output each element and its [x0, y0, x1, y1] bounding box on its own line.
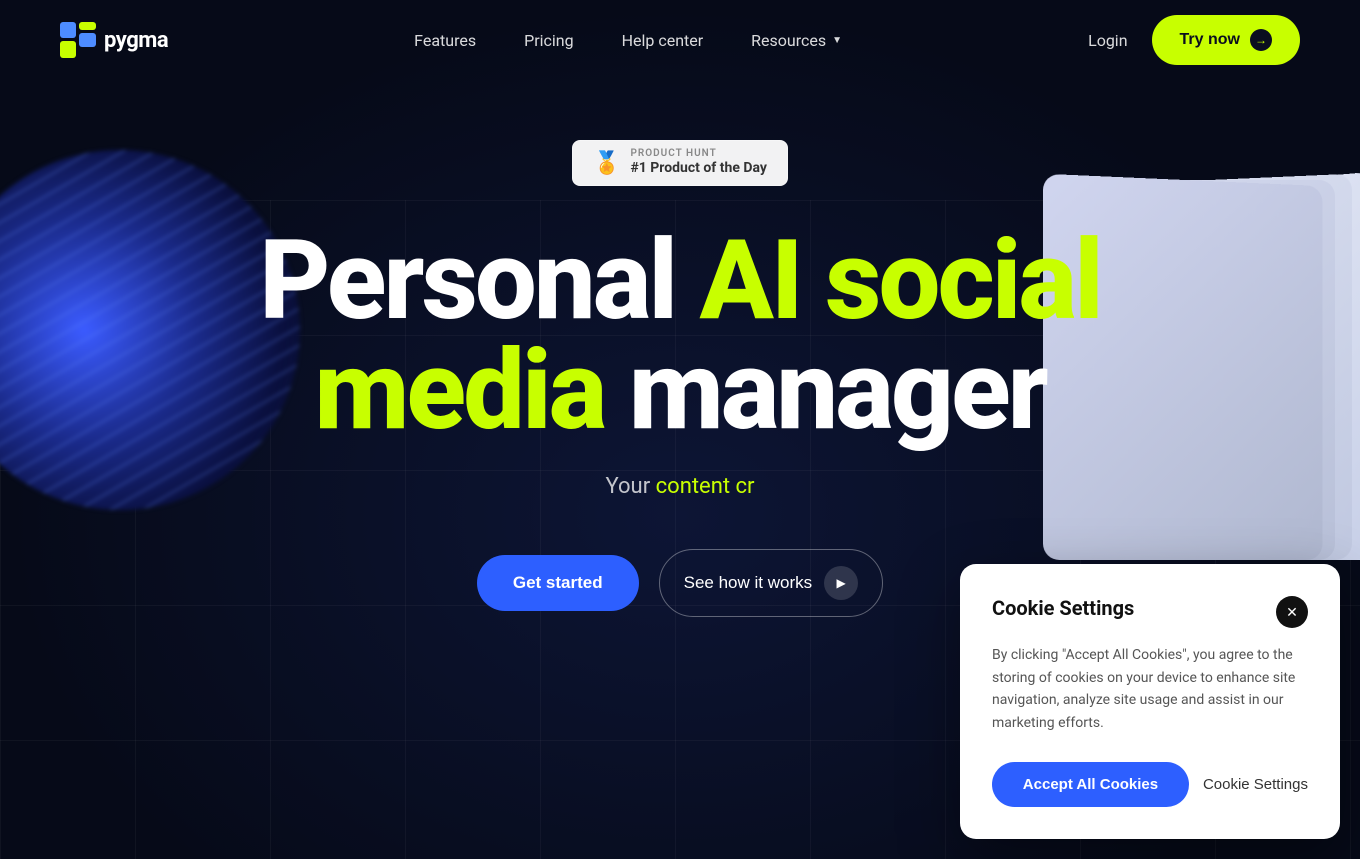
- try-now-button[interactable]: Try now →: [1152, 15, 1300, 65]
- nav-help-center[interactable]: Help center: [622, 31, 704, 50]
- resources-dropdown-chevron: ▼: [832, 35, 842, 46]
- nav-right: Login Try now →: [1088, 15, 1300, 65]
- try-now-arrow-icon: →: [1250, 29, 1272, 51]
- logo[interactable]: pygma: [60, 22, 168, 58]
- cookie-actions: Accept All Cookies Cookie Settings: [992, 762, 1308, 807]
- hero-title: Personal AI social media manager: [259, 226, 1101, 446]
- nav-links: Features Pricing Help center Resources ▼: [414, 31, 842, 50]
- logo-icon: [60, 22, 96, 58]
- ph-medal-icon: 🏅: [593, 151, 620, 176]
- nav-features[interactable]: Features: [414, 31, 476, 50]
- cookie-title: Cookie Settings: [992, 596, 1134, 620]
- logo-text: pygma: [104, 28, 168, 53]
- hero-section: 🏅 PRODUCT HUNT #1 Product of the Day Per…: [0, 80, 1360, 617]
- play-icon: ▶: [824, 566, 858, 600]
- ph-badge: 🏅 PRODUCT HUNT #1 Product of the Day: [572, 140, 788, 186]
- see-how-button[interactable]: See how it works ▶: [659, 549, 884, 617]
- get-started-button[interactable]: Get started: [477, 555, 639, 611]
- hero-subtitle: Your content cr: [606, 474, 755, 499]
- nav-resources[interactable]: Resources ▼: [751, 31, 842, 50]
- accept-all-cookies-button[interactable]: Accept All Cookies: [992, 762, 1189, 807]
- cookie-close-button[interactable]: ✕: [1276, 596, 1308, 628]
- cookie-body: By clicking "Accept All Cookies", you ag…: [992, 644, 1308, 734]
- cookie-modal: Cookie Settings ✕ By clicking "Accept Al…: [960, 564, 1340, 839]
- nav-pricing[interactable]: Pricing: [524, 31, 574, 50]
- navbar: pygma Features Pricing Help center Resou…: [0, 0, 1360, 80]
- cta-row: Get started See how it works ▶: [477, 549, 883, 617]
- cookie-settings-button[interactable]: Cookie Settings: [1203, 776, 1308, 793]
- ph-badge-text: PRODUCT HUNT #1 Product of the Day: [630, 149, 766, 177]
- login-button[interactable]: Login: [1088, 31, 1127, 50]
- cookie-modal-header: Cookie Settings ✕: [992, 596, 1308, 628]
